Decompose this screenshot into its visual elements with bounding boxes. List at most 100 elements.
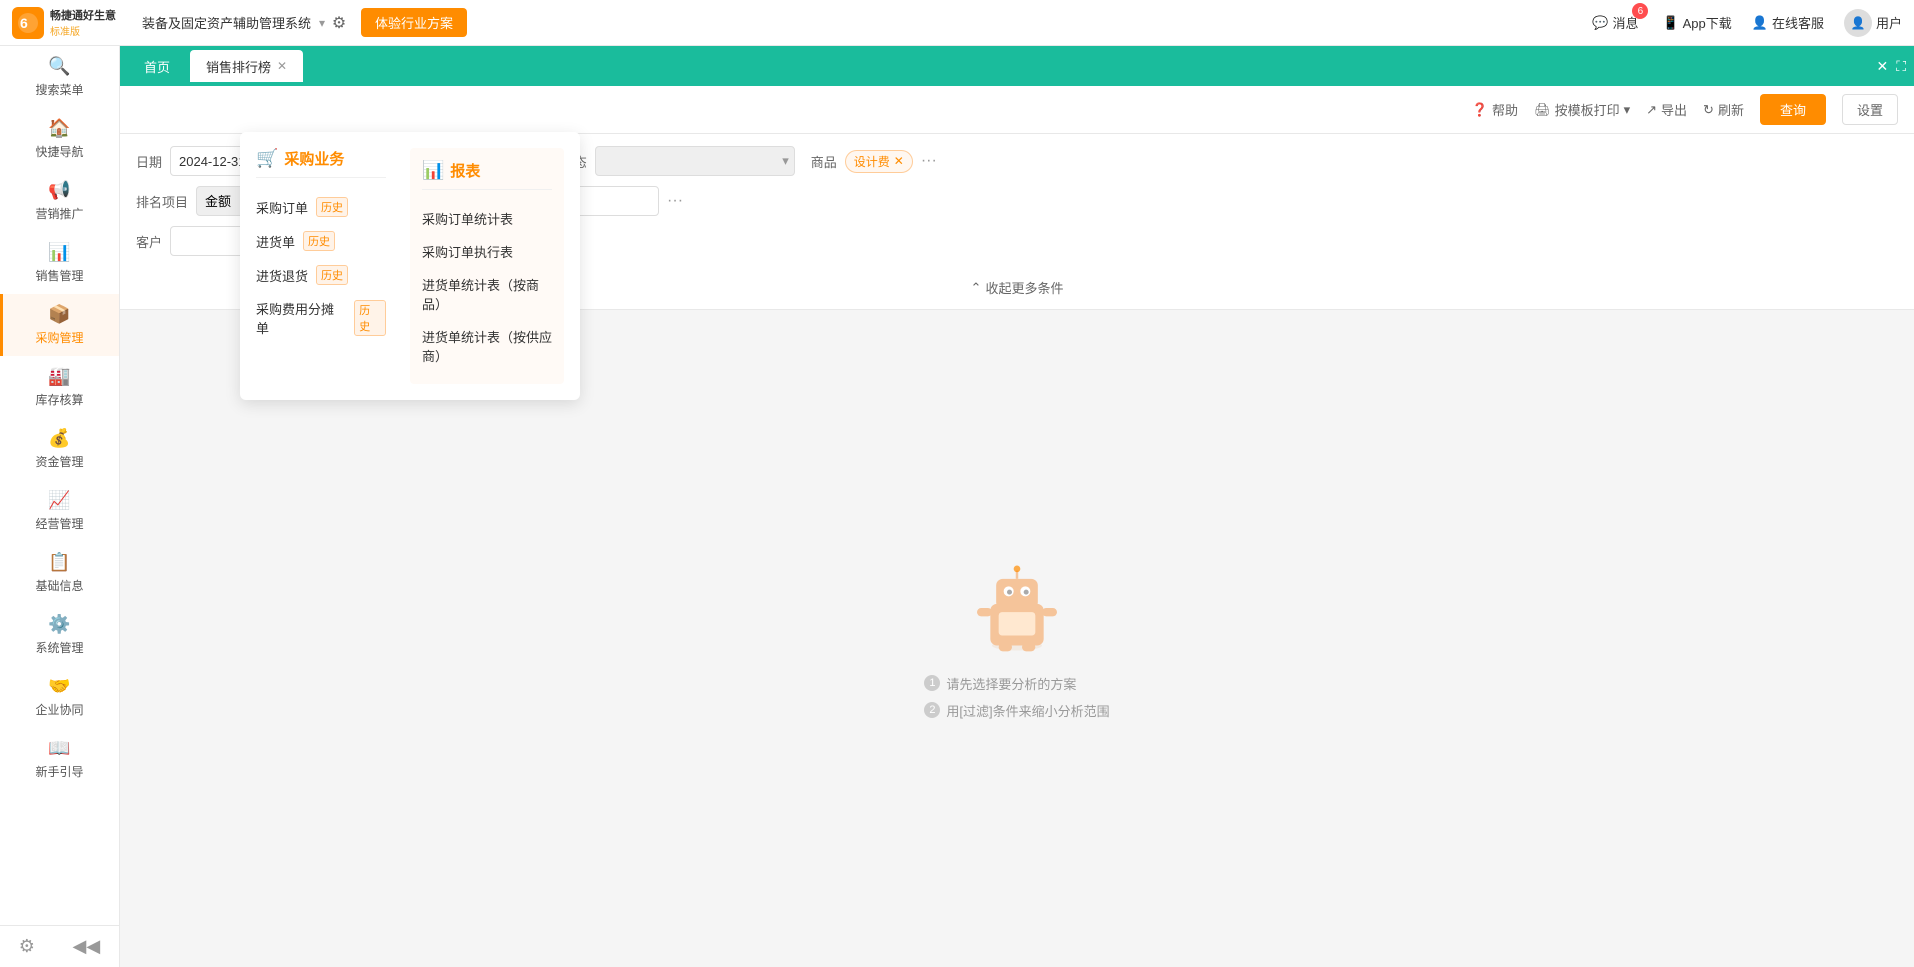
sidebar-label-system: 系统管理 bbox=[35, 639, 83, 656]
sidebar-item-marketing[interactable]: 📢 营销推广 bbox=[0, 170, 119, 232]
industry-button[interactable]: 体验行业方案 bbox=[361, 8, 467, 37]
settings-button[interactable]: 设置 bbox=[1842, 94, 1898, 125]
search-menu-icon: 🔍 bbox=[48, 56, 70, 77]
sidebar-bottom: ⚙ ◀◀ bbox=[0, 925, 119, 967]
header-right: 💬 消息 6 📱 App下载 👤 在线客服 👤 用户 bbox=[1588, 9, 1902, 37]
sidebar-label-nav: 快捷导航 bbox=[35, 143, 83, 160]
sidebar-settings-btn[interactable]: ⚙ bbox=[19, 936, 35, 957]
print-btn[interactable]: 🖨 按模板打印 ▾ bbox=[1534, 100, 1630, 119]
goods-tag-close[interactable]: ✕ bbox=[894, 154, 904, 168]
sidebar-item-sales[interactable]: 📊 销售管理 bbox=[0, 232, 119, 294]
status-select[interactable] bbox=[595, 146, 795, 176]
help-btn[interactable]: ❓ 帮助 bbox=[1472, 100, 1518, 119]
purchase-col-icon: 🛒 bbox=[256, 148, 278, 169]
goods-receive-item[interactable]: 进货单 历史 bbox=[256, 224, 386, 258]
refresh-icon: ↻ bbox=[1703, 102, 1714, 118]
tab-close-all-icon[interactable]: ✕ bbox=[1876, 58, 1888, 75]
hint-num-2: 2 bbox=[924, 702, 940, 718]
goods-receive-label: 进货单 bbox=[256, 232, 295, 251]
settings-icon-btn[interactable]: ⚙ bbox=[325, 9, 353, 37]
hint-num-1: 1 bbox=[924, 675, 940, 691]
collapse-button[interactable]: ⌃ 收起更多条件 bbox=[971, 278, 1064, 297]
goods-filter: 商品 设计费 ✕ ··· bbox=[811, 150, 937, 173]
user-avatar: 👤 bbox=[1844, 9, 1872, 37]
goods-tag: 设计费 ✕ bbox=[845, 150, 913, 173]
po-stats-item[interactable]: 采购订单统计表 bbox=[422, 202, 552, 235]
goods-return-history: 历史 bbox=[316, 265, 348, 285]
goods-more-btn[interactable]: ··· bbox=[921, 152, 937, 170]
purchase-expense-item[interactable]: 采购费用分摊单 历史 bbox=[256, 292, 386, 344]
tab-home[interactable]: 首页 bbox=[128, 50, 186, 82]
sidebar-item-inventory[interactable]: 🏭 库存核算 bbox=[0, 356, 119, 418]
po-exec-item[interactable]: 采购订单执行表 bbox=[422, 235, 552, 268]
hint-text-1: 请先选择要分析的方案 bbox=[946, 674, 1076, 693]
sidebar-collapse-btn[interactable]: ◀◀ bbox=[73, 936, 101, 957]
refresh-label: 刷新 bbox=[1718, 100, 1744, 119]
logo-sub-text: 标准版 bbox=[50, 23, 116, 38]
marketing-icon: 📢 bbox=[48, 180, 70, 201]
notification-badge: 6 bbox=[1632, 3, 1648, 19]
refresh-btn[interactable]: ↻ 刷新 bbox=[1703, 100, 1744, 119]
goods-stats-by-supplier-label: 进货单统计表（按供应商） bbox=[422, 327, 552, 365]
system-title-text: 装备及固定资产辅助管理系统 bbox=[142, 13, 311, 32]
online-service-item[interactable]: 👤 在线客服 bbox=[1752, 13, 1824, 32]
tab-close-icon[interactable]: ✕ bbox=[277, 59, 287, 73]
empty-hint: 1 请先选择要分析的方案 2 用[过滤]条件来缩小分析范围 bbox=[924, 674, 1109, 720]
sidebar-label-basic: 基础信息 bbox=[35, 577, 83, 594]
sidebar: 🔍 搜索菜单 🏠 快捷导航 📢 营销推广 📊 销售管理 📦 采购管理 🏭 库存核… bbox=[0, 46, 120, 967]
goods-return-item[interactable]: 进货退货 历史 bbox=[256, 258, 386, 292]
goods-stats-by-goods-item[interactable]: 进货单统计表（按商品） bbox=[422, 268, 552, 320]
sidebar-item-purchase[interactable]: 📦 采购管理 bbox=[0, 294, 119, 356]
logo-icon: 6 bbox=[12, 7, 44, 39]
salesman-more-btn[interactable]: ··· bbox=[667, 192, 683, 210]
purchase-order-item[interactable]: 采购订单 历史 bbox=[256, 190, 386, 224]
tab-maximize-icon[interactable]: ⛶ bbox=[1896, 58, 1906, 75]
tab-sales-ranking[interactable]: 销售排行榜 ✕ bbox=[190, 50, 303, 82]
sidebar-item-guide[interactable]: 📖 新手引导 bbox=[0, 728, 119, 790]
inventory-icon: 🏭 bbox=[48, 366, 70, 387]
basic-icon: 📋 bbox=[48, 552, 70, 573]
report-col-title-text: 报表 bbox=[450, 160, 480, 181]
purchase-icon: 📦 bbox=[48, 304, 70, 325]
empty-state: 1 请先选择要分析的方案 2 用[过滤]条件来缩小分析范围 bbox=[120, 310, 1914, 967]
tab-home-label: 首页 bbox=[144, 57, 170, 76]
guide-icon: 📖 bbox=[48, 738, 70, 759]
service-icon: 👤 bbox=[1752, 15, 1768, 31]
sidebar-item-nav[interactable]: 🏠 快捷导航 bbox=[0, 108, 119, 170]
sidebar-label-operations: 经营管理 bbox=[35, 515, 83, 532]
print-icon: 🖨 bbox=[1534, 102, 1551, 118]
query-button[interactable]: 查询 bbox=[1760, 94, 1826, 125]
empty-hint-2: 2 用[过滤]条件来缩小分析范围 bbox=[924, 701, 1109, 720]
notification-item[interactable]: 💬 消息 6 bbox=[1588, 9, 1642, 36]
home-icon: 🏠 bbox=[48, 118, 70, 139]
report-col-icon: 📊 bbox=[422, 160, 444, 181]
phone-icon: 📱 bbox=[1662, 15, 1678, 31]
sidebar-label-finance: 资金管理 bbox=[35, 453, 83, 470]
user-text: 用户 bbox=[1876, 13, 1902, 32]
goods-label: 商品 bbox=[811, 152, 837, 171]
report-title: 📊 报表 bbox=[422, 160, 552, 190]
online-service-text: 在线客服 bbox=[1772, 13, 1824, 32]
user-item[interactable]: 👤 用户 bbox=[1844, 9, 1902, 37]
sidebar-item-basic[interactable]: 📋 基础信息 bbox=[0, 542, 119, 604]
finance-icon: 💰 bbox=[48, 428, 70, 449]
goods-stats-by-supplier-item[interactable]: 进货单统计表（按供应商） bbox=[422, 320, 552, 372]
sidebar-item-finance[interactable]: 💰 资金管理 bbox=[0, 418, 119, 480]
date-range-value: 2024-12-31 bbox=[179, 154, 246, 169]
app-download-item[interactable]: 📱 App下载 bbox=[1662, 13, 1731, 32]
sidebar-item-operations[interactable]: 📈 经营管理 bbox=[0, 480, 119, 542]
export-icon: ↗ bbox=[1646, 102, 1657, 118]
sidebar-item-search[interactable]: 🔍 搜索菜单 bbox=[0, 46, 119, 108]
export-btn[interactable]: ↗ 导出 bbox=[1646, 100, 1687, 119]
sidebar-label-collab: 企业协同 bbox=[35, 701, 83, 718]
purchase-expense-label: 采购费用分摊单 bbox=[256, 299, 346, 337]
collapse-up-icon: ⌃ bbox=[971, 280, 982, 296]
empty-hint-1: 1 请先选择要分析的方案 bbox=[924, 674, 1109, 693]
top-header: 6 畅捷通好生意 标准版 装备及固定资产辅助管理系统 ▾ ⚙ 体验行业方案 💬 … bbox=[0, 0, 1914, 46]
sidebar-item-system[interactable]: ⚙️ 系统管理 bbox=[0, 604, 119, 666]
empty-illustration bbox=[967, 558, 1067, 658]
help-label: 帮助 bbox=[1492, 100, 1518, 119]
sidebar-item-collab[interactable]: 🤝 企业协同 bbox=[0, 666, 119, 728]
purchase-order-history: 历史 bbox=[316, 197, 348, 217]
goods-tag-text: 设计费 bbox=[854, 153, 890, 170]
